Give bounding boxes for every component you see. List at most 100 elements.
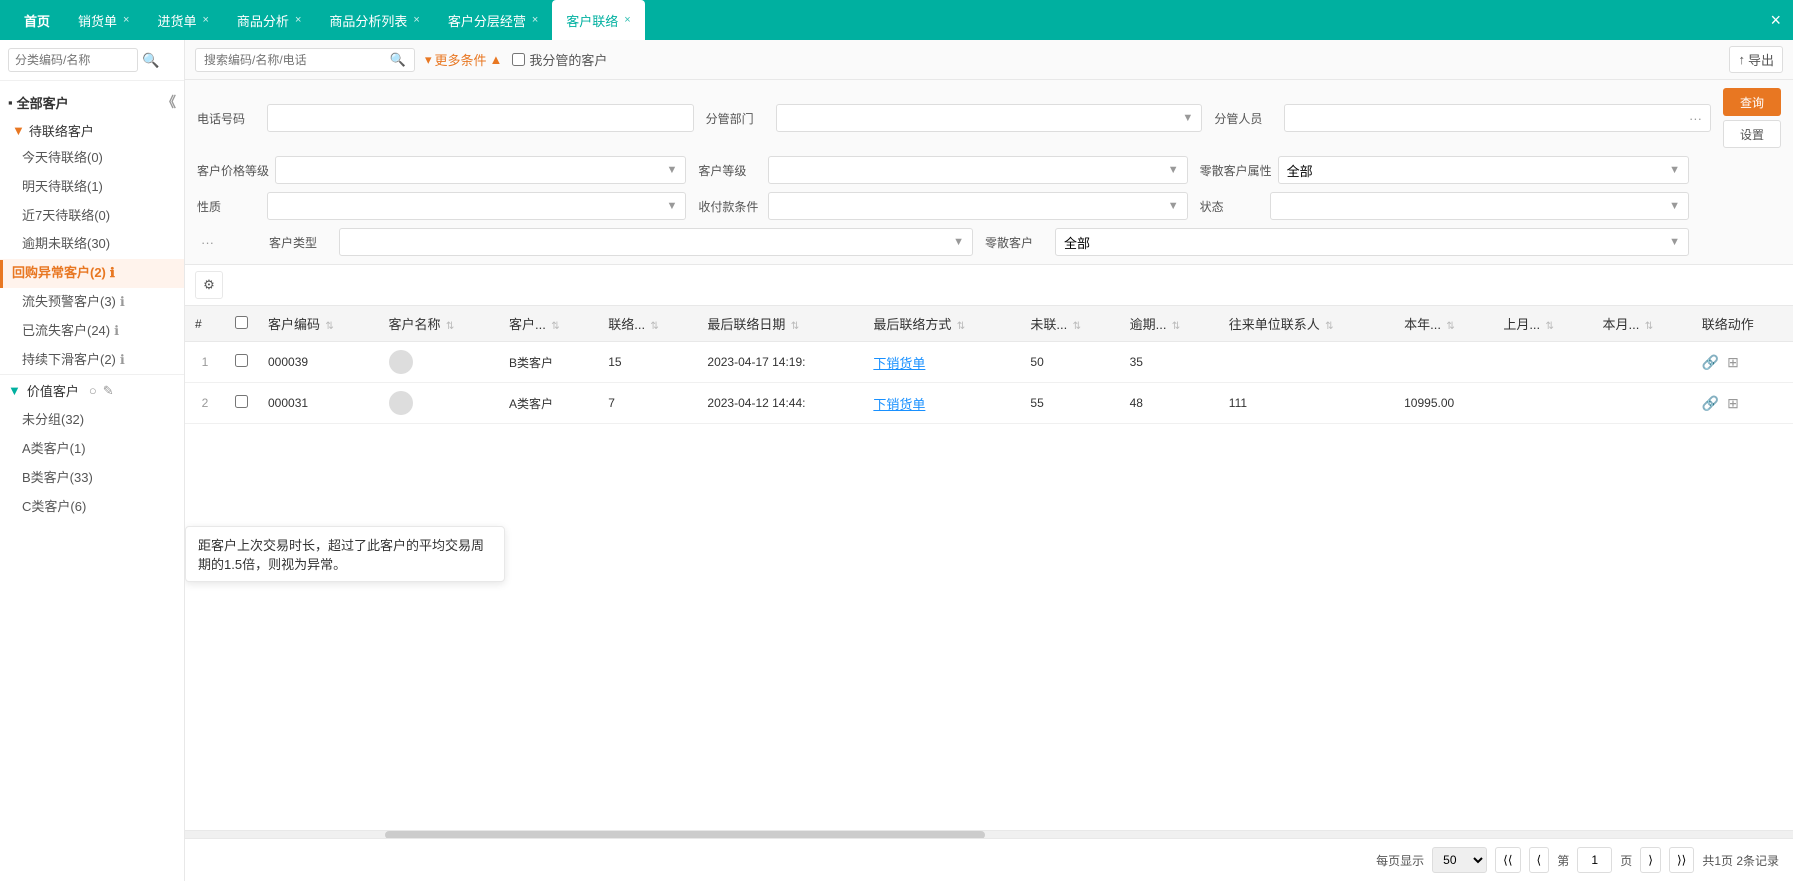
pending-section[interactable]: ▼ 待联络客户 <box>0 117 184 144</box>
sidebar-item-ungroup[interactable]: 未分组(32) <box>0 406 184 435</box>
col-last-date-sort[interactable]: ⇅ <box>791 321 799 332</box>
table-settings-btn[interactable]: ⚙ <box>195 271 223 299</box>
filter-price-level-label: 客户价格等级 <box>197 162 275 179</box>
filter-retail-customer-select[interactable]: 全部 ▼ <box>1055 228 1689 256</box>
filter-phone-input[interactable] <box>267 104 694 132</box>
filter-payment-select[interactable]: ▼ <box>768 192 1187 220</box>
table-toolbar: ⚙ <box>185 265 1793 306</box>
sidebar-item-b-class[interactable]: B类客户(33) <box>0 464 184 493</box>
filter-retail-attr-select[interactable]: 全部 ▼ <box>1278 156 1689 184</box>
col-contacts-person-sort[interactable]: ⇅ <box>1325 321 1333 332</box>
sidebar-item-overdue[interactable]: 逾期未联络(30) <box>0 230 184 259</box>
cell-type-2: A类客户 <box>499 383 598 424</box>
sidebar-search-button[interactable]: 🔍 <box>142 52 159 69</box>
sidebar-search-input[interactable] <box>8 48 138 72</box>
my-customer-filter[interactable]: 我分管的客户 <box>512 50 607 69</box>
cell-num-2: 2 <box>185 383 225 424</box>
col-code-label: 客户编码 <box>268 317 320 332</box>
person-dots[interactable]: ··· <box>1689 111 1702 126</box>
prev-page-btn[interactable]: ⟨ <box>1529 847 1550 873</box>
col-name-sort[interactable]: ⇅ <box>446 321 454 332</box>
last-method-link-1[interactable]: 下销货单 <box>873 356 925 371</box>
close-customer-seg-tab[interactable]: × <box>532 14 538 26</box>
col-type-sort[interactable]: ⇅ <box>551 321 559 332</box>
value-section-edit-icon[interactable]: ○ <box>89 383 97 398</box>
close-customer-contact-tab[interactable]: × <box>624 14 630 26</box>
sidebar-item-lost[interactable]: 已流失客户(24) ℹ <box>0 317 184 346</box>
sidebar-item-tomorrow[interactable]: 明天待联络(1) <box>0 173 184 202</box>
col-contacts-person: 往来单位联系人 ⇅ <box>1219 306 1394 342</box>
filter-dept-select[interactable]: ▼ <box>776 104 1203 132</box>
close-sales-tab[interactable]: × <box>123 14 129 26</box>
col-last-month-sort[interactable]: ⇅ <box>1546 321 1554 332</box>
filter-customer-type-select[interactable]: ▼ <box>339 228 973 256</box>
sidebar-item-7days[interactable]: 近7天待联络(0) <box>0 202 184 231</box>
cell-overdue-2: 48 <box>1120 383 1219 424</box>
sidebar-item-c-class[interactable]: C类客户(6) <box>0 493 184 522</box>
col-overdue-label: 逾期... <box>1130 317 1167 332</box>
col-this-year-sort[interactable]: ⇅ <box>1446 321 1454 332</box>
col-last-method-label: 最后联络方式 <box>873 317 951 332</box>
sidebar-item-today[interactable]: 今天待联络(0) <box>0 144 184 173</box>
col-this-month-sort[interactable]: ⇅ <box>1645 321 1653 332</box>
sidebar-item-repurchase-abnormal[interactable]: 回购异常客户(2) ℹ <box>0 259 184 288</box>
query-btn[interactable]: 查询 <box>1723 88 1781 116</box>
value-section-edit2-icon[interactable]: ✎ <box>103 383 114 399</box>
row-checkbox-1[interactable] <box>235 354 248 367</box>
filter-customer-level-select[interactable]: ▼ <box>768 156 1187 184</box>
col-overdue-sort[interactable]: ⇅ <box>1172 321 1180 332</box>
col-code-sort[interactable]: ⇅ <box>325 321 333 332</box>
avatar-1 <box>389 350 413 374</box>
close-window-btn[interactable]: × <box>1770 11 1781 29</box>
more-conditions-btn[interactable]: ▾ 更多条件 ▲ <box>425 50 502 69</box>
next-page-btn[interactable]: ⟩ <box>1640 847 1661 873</box>
close-analysis-tab[interactable]: × <box>295 14 301 26</box>
filter-field-price-level: 客户价格等级 ▼ <box>197 156 686 184</box>
col-uncontacted-sort[interactable]: ⇅ <box>1073 321 1081 332</box>
col-this-month-label: 本月... <box>1603 317 1640 332</box>
cell-overdue-1: 35 <box>1120 342 1219 383</box>
col-contact-count-sort[interactable]: ⇅ <box>650 321 658 332</box>
filter-row-4: ··· 客户类型 ▼ 零散客户 全部 ▼ <box>197 228 1781 256</box>
nav-analysis[interactable]: 商品分析 × <box>223 0 315 40</box>
close-purchase-tab[interactable]: × <box>202 14 208 26</box>
first-page-btn[interactable]: ⟨⟨ <box>1495 847 1520 873</box>
action-link-icon-1[interactable]: 🔗 <box>1702 354 1719 371</box>
nav-customer-contact[interactable]: 客户联络 × <box>552 0 644 40</box>
filter-nature-select[interactable]: ▼ <box>267 192 686 220</box>
filter-search-input[interactable] <box>204 53 390 67</box>
cell-checkbox-1 <box>225 342 258 383</box>
sidebar-item-lost-warning[interactable]: 流失预警客户(3) ℹ <box>0 288 184 317</box>
col-last-method-sort[interactable]: ⇅ <box>957 321 965 332</box>
nav-purchase[interactable]: 进货单 × <box>143 0 222 40</box>
action-link-icon-2[interactable]: 🔗 <box>1702 395 1719 412</box>
nav-sales[interactable]: 销货单 × <box>64 0 143 40</box>
settings-btn[interactable]: 设置 <box>1723 120 1781 148</box>
horizontal-scrollbar[interactable] <box>185 830 1793 838</box>
sidebar-item-declining[interactable]: 持续下滑客户(2) ℹ <box>0 346 184 375</box>
per-page-select[interactable]: 50 20 100 <box>1432 847 1487 873</box>
filter-status-label: 状态 <box>1200 198 1270 215</box>
page-label: 第 <box>1557 852 1569 869</box>
nav-analysis-list[interactable]: 商品分析列表 × <box>315 0 433 40</box>
sidebar-item-a-class[interactable]: A类客户(1) <box>0 435 184 464</box>
sidebar-collapse-btn[interactable]: 《 <box>162 92 176 112</box>
action-grid-icon-1[interactable]: ⊞ <box>1727 354 1739 371</box>
filter-person-select[interactable]: ··· <box>1284 104 1711 132</box>
my-customer-checkbox[interactable] <box>512 53 525 66</box>
filter-row4-dots[interactable]: ··· <box>201 235 214 250</box>
last-page-btn[interactable]: ⟩⟩ <box>1669 847 1694 873</box>
all-customers-header[interactable]: ▪ 全部客户 《 <box>0 87 184 117</box>
filter-price-level-select[interactable]: ▼ <box>275 156 686 184</box>
row-checkbox-2[interactable] <box>235 395 248 408</box>
select-all-checkbox[interactable] <box>235 316 248 329</box>
filter-status-select[interactable]: ▼ <box>1270 192 1689 220</box>
page-input[interactable] <box>1577 847 1612 873</box>
close-analysis-list-tab[interactable]: × <box>413 14 419 26</box>
last-method-link-2[interactable]: 下销货单 <box>873 397 925 412</box>
nav-home[interactable]: 首页 <box>10 0 64 40</box>
action-grid-icon-2[interactable]: ⊞ <box>1727 395 1739 412</box>
export-btn[interactable]: ↑ 导出 <box>1729 46 1783 73</box>
filter-customer-level-label: 客户等级 <box>698 162 768 179</box>
nav-customer-seg[interactable]: 客户分层经营 × <box>434 0 552 40</box>
